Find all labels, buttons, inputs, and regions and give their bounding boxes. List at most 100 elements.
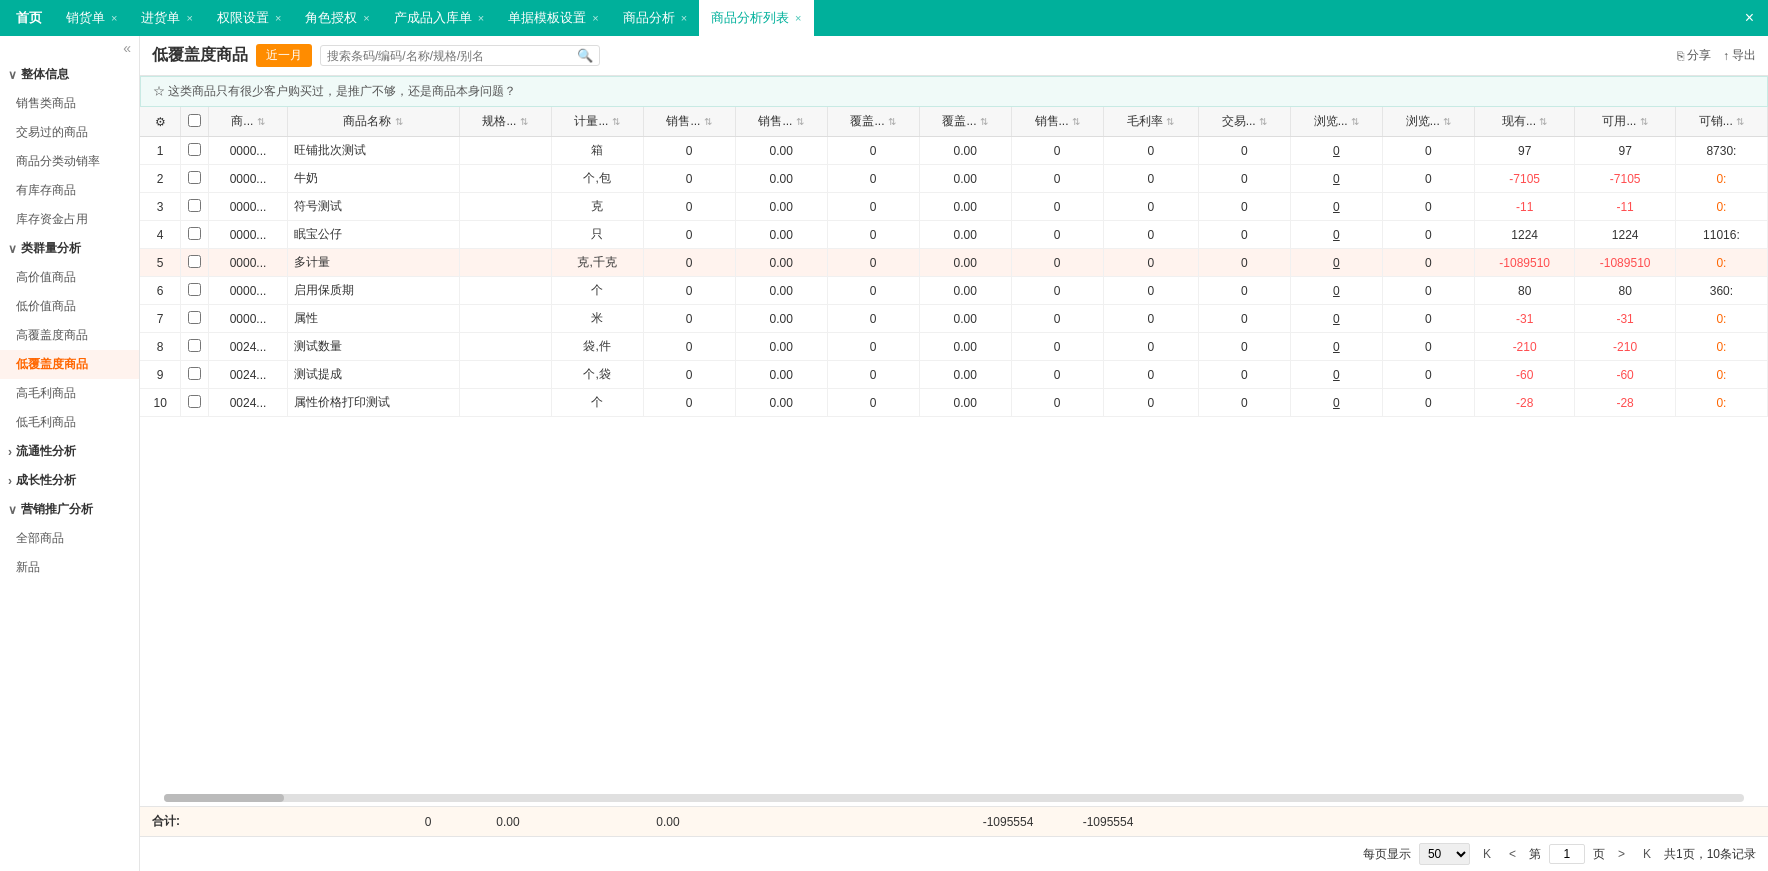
sidebar-item-low-value[interactable]: 低价值商品	[0, 292, 139, 321]
row-view1[interactable]: 0	[1290, 137, 1382, 165]
row-view1[interactable]: 0	[1290, 249, 1382, 277]
nav-tab-home[interactable]: 首页	[4, 0, 54, 36]
close-template-tab[interactable]: ×	[592, 12, 598, 24]
col-spec[interactable]: 规格... ⇅	[459, 107, 551, 137]
sidebar-item-inventory-funds[interactable]: 库存资金占用	[0, 205, 139, 234]
row-checkbox[interactable]	[181, 361, 209, 389]
col-view1[interactable]: 浏览... ⇅	[1290, 107, 1382, 137]
col-code[interactable]: 商... ⇅	[209, 107, 287, 137]
col-sale3[interactable]: 销售... ⇅	[1011, 107, 1103, 137]
nav-tab-template[interactable]: 单据模板设置 ×	[496, 0, 610, 36]
close-roles-tab[interactable]: ×	[363, 12, 369, 24]
row-checkbox[interactable]	[181, 249, 209, 277]
select-all-checkbox[interactable]	[188, 114, 201, 127]
row-gross: 0	[1103, 137, 1198, 165]
row-checkbox[interactable]	[181, 137, 209, 165]
sidebar-item-new-goods[interactable]: 新品	[0, 553, 139, 582]
sidebar-item-sales-goods[interactable]: 销售类商品	[0, 89, 139, 118]
scrollbar-thumb[interactable]	[164, 794, 284, 802]
row-view1[interactable]: 0	[1290, 277, 1382, 305]
row-view1[interactable]: 0	[1290, 221, 1382, 249]
row-stock3: 11016:	[1675, 221, 1767, 249]
row-checkbox[interactable]	[181, 305, 209, 333]
nav-tab-permissions[interactable]: 权限设置 ×	[205, 0, 293, 36]
row-view1[interactable]: 0	[1290, 389, 1382, 417]
col-view2[interactable]: 浏览... ⇅	[1382, 107, 1474, 137]
sidebar-item-traded-goods[interactable]: 交易过的商品	[0, 118, 139, 147]
search-icon[interactable]: 🔍	[577, 48, 593, 63]
sidebar-section-cluster[interactable]: ∨ 类群量分析	[0, 234, 139, 263]
sidebar-section-flow[interactable]: › 流通性分析	[0, 437, 139, 466]
row-stock2: 80	[1575, 277, 1675, 305]
sidebar-item-high-profit[interactable]: 高毛利商品	[0, 379, 139, 408]
row-checkbox[interactable]	[181, 221, 209, 249]
row-code: 0024...	[209, 361, 287, 389]
close-analysis-list-tab[interactable]: ×	[795, 12, 801, 24]
row-view1[interactable]: 0	[1290, 305, 1382, 333]
close-production-tab[interactable]: ×	[478, 12, 484, 24]
col-unit[interactable]: 计量... ⇅	[551, 107, 643, 137]
sidebar-item-high-value[interactable]: 高价值商品	[0, 263, 139, 292]
row-cover1: 0	[827, 221, 919, 249]
close-all-tabs[interactable]: ×	[1735, 9, 1764, 27]
row-view1[interactable]: 0	[1290, 333, 1382, 361]
filter-month-button[interactable]: 近一月	[256, 44, 312, 67]
per-page-select[interactable]: 50 20 100	[1419, 843, 1470, 865]
row-checkbox[interactable]	[181, 333, 209, 361]
row-view2: 0	[1382, 389, 1474, 417]
export-action[interactable]: ↑ 导出	[1723, 47, 1756, 64]
close-permissions-tab[interactable]: ×	[275, 12, 281, 24]
col-sale-qty[interactable]: 销售... ⇅	[643, 107, 735, 137]
close-purchase-tab[interactable]: ×	[186, 12, 192, 24]
col-stock1[interactable]: 现有... ⇅	[1474, 107, 1574, 137]
sidebar-section-overall[interactable]: ∨ 整体信息	[0, 60, 139, 89]
next-page-btn[interactable]: >	[1613, 845, 1630, 863]
sidebar-collapse-btn[interactable]: «	[0, 36, 139, 60]
first-page-btn[interactable]: K	[1478, 845, 1496, 863]
row-view1[interactable]: 0	[1290, 361, 1382, 389]
data-table-wrapper[interactable]: ⚙ 商... ⇅ 商品名称 ⇅ 规格... ⇅ 计量... ⇅ 销售... ⇅ …	[140, 107, 1768, 790]
row-checkbox[interactable]	[181, 277, 209, 305]
row-checkbox[interactable]	[181, 165, 209, 193]
nav-tab-sales[interactable]: 销货单 ×	[54, 0, 129, 36]
close-analysis-tab[interactable]: ×	[681, 12, 687, 24]
share-action[interactable]: ⎘ 分享	[1677, 47, 1711, 64]
sidebar-item-stocked-goods[interactable]: 有库存商品	[0, 176, 139, 205]
nav-tab-purchase[interactable]: 进货单 ×	[129, 0, 204, 36]
row-checkbox[interactable]	[181, 193, 209, 221]
sidebar-section-marketing[interactable]: ∨ 营销推广分析	[0, 495, 139, 524]
row-cover2: 0.00	[919, 221, 1011, 249]
row-checkbox[interactable]	[181, 389, 209, 417]
close-sales-tab[interactable]: ×	[111, 12, 117, 24]
col-cover2[interactable]: 覆盖... ⇅	[919, 107, 1011, 137]
row-cover1: 0	[827, 389, 919, 417]
col-gross[interactable]: 毛利率 ⇅	[1103, 107, 1198, 137]
nav-tab-analysis-list[interactable]: 商品分析列表 ×	[699, 0, 813, 36]
sidebar-item-high-coverage[interactable]: 高覆盖度商品	[0, 321, 139, 350]
row-code: 0024...	[209, 389, 287, 417]
total-stock1: -1095554	[958, 815, 1058, 829]
nav-tab-analysis[interactable]: 商品分析 ×	[611, 0, 699, 36]
col-stock3[interactable]: 可销... ⇅	[1675, 107, 1767, 137]
sidebar-item-low-profit[interactable]: 低毛利商品	[0, 408, 139, 437]
page-input[interactable]	[1549, 844, 1585, 864]
row-view1[interactable]: 0	[1290, 165, 1382, 193]
col-trade[interactable]: 交易... ⇅	[1198, 107, 1290, 137]
nav-tab-roles[interactable]: 角色授权 ×	[293, 0, 381, 36]
sidebar-item-category-rate[interactable]: 商品分类动销率	[0, 147, 139, 176]
col-name[interactable]: 商品名称 ⇅	[287, 107, 459, 137]
sidebar-item-low-coverage[interactable]: 低覆盖度商品	[0, 350, 139, 379]
col-settings[interactable]: ⚙	[140, 107, 181, 137]
sidebar-section-growth[interactable]: › 成长性分析	[0, 466, 139, 495]
search-input[interactable]	[327, 49, 577, 63]
nav-tab-production[interactable]: 产成品入库单 ×	[382, 0, 496, 36]
col-sale-amt[interactable]: 销售... ⇅	[735, 107, 827, 137]
col-cover1[interactable]: 覆盖... ⇅	[827, 107, 919, 137]
row-view1[interactable]: 0	[1290, 193, 1382, 221]
col-stock2[interactable]: 可用... ⇅	[1575, 107, 1675, 137]
row-view2: 0	[1382, 137, 1474, 165]
sidebar-item-all-goods[interactable]: 全部商品	[0, 524, 139, 553]
last-page-btn[interactable]: K	[1638, 845, 1656, 863]
horizontal-scrollbar[interactable]	[164, 794, 1744, 802]
prev-page-btn[interactable]: <	[1504, 845, 1521, 863]
